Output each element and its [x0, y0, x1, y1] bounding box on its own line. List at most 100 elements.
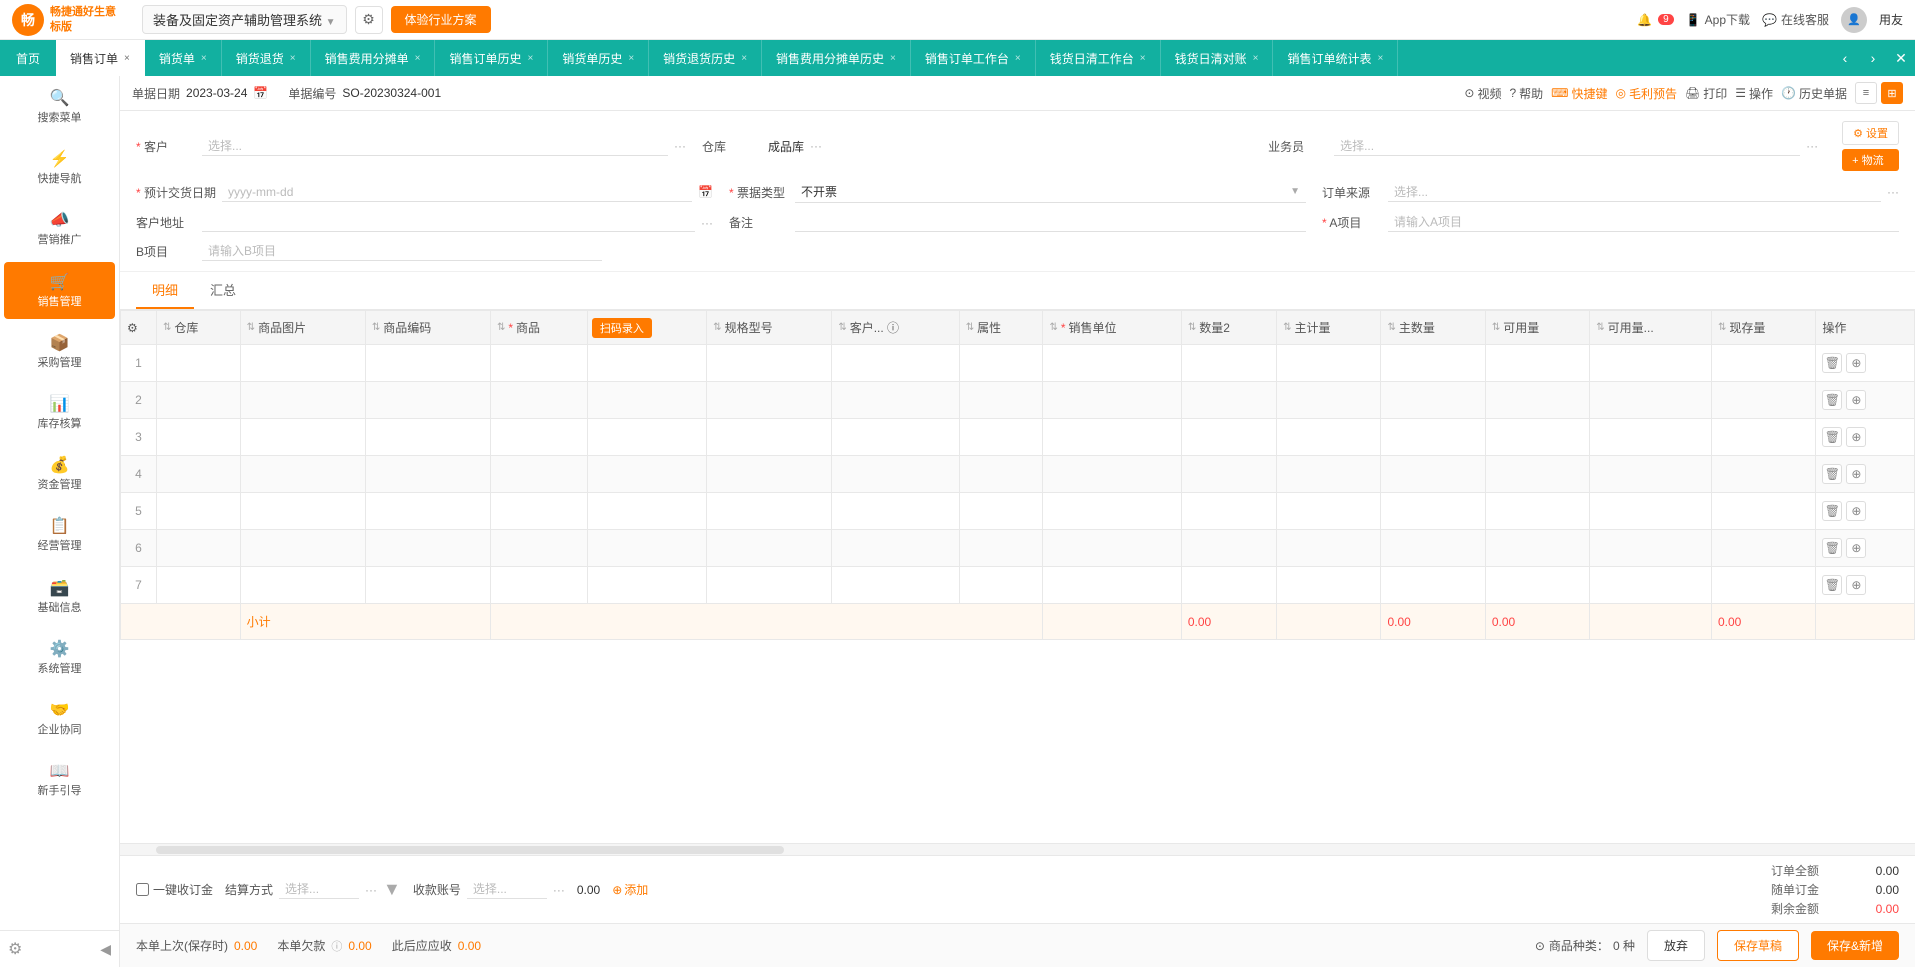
sidebar-item-quicknav[interactable]: ⚡ 快捷导航 [4, 139, 115, 196]
nav-tab-expense-history[interactable]: 销售费用分摊单历史 × [762, 40, 911, 76]
sidebar-item-sales[interactable]: 🛒 销售管理 [4, 262, 115, 319]
one-click-checkbox[interactable] [136, 883, 149, 896]
account-input[interactable] [467, 880, 547, 899]
add-payment-btn[interactable]: ⊕ 添加 [612, 881, 648, 898]
app-download-btn[interactable]: 📱 App下载 [1686, 11, 1750, 28]
sidebar-item-finance[interactable]: 💰 资金管理 [4, 445, 115, 502]
sidebar-item-operation[interactable]: 📋 经营管理 [4, 506, 115, 563]
remarks-input[interactable] [795, 213, 1306, 232]
order-source-dots-btn[interactable]: ··· [1887, 185, 1899, 199]
help-btn[interactable]: ? 帮助 [1509, 85, 1543, 102]
tab-detail[interactable]: 明细 [136, 272, 194, 309]
system-name-btn[interactable]: 装备及固定资产辅助管理系统 ▼ [142, 5, 347, 34]
solution-btn[interactable]: 体验行业方案 [391, 6, 491, 33]
invoice-type-select[interactable]: 不开票 ▼ [795, 181, 1306, 203]
address-dots-btn[interactable]: ··· [701, 216, 713, 230]
online-service-btn[interactable]: 💬 在线客服 [1762, 11, 1829, 28]
customer-dots-btn[interactable]: ··· [674, 139, 686, 153]
nav-prev-btn[interactable]: ‹ [1831, 40, 1859, 76]
settlement-input[interactable] [279, 880, 359, 899]
sidebar-item-baseinfo[interactable]: 🗃️ 基础信息 [4, 568, 115, 625]
scan-entry-btn[interactable]: 扫码录入 [592, 318, 652, 338]
nav-tab-home[interactable]: 首页 [0, 40, 56, 76]
row-delete-btn[interactable]: 🗑 [1822, 538, 1842, 558]
nav-tab-sales-order[interactable]: 销售订单 × [56, 40, 145, 76]
row-copy-btn[interactable]: ⊕ [1846, 427, 1866, 447]
logistics-btn[interactable]: + 物流 [1842, 149, 1899, 171]
col-main-unit[interactable]: ⇅ 主计量 [1277, 311, 1381, 345]
row-copy-btn[interactable]: ⊕ [1846, 575, 1866, 595]
nav-tab-return-history[interactable]: 销货退货历史 × [649, 40, 762, 76]
settlement-dots-btn[interactable]: ··· [365, 883, 377, 897]
tab-summary[interactable]: 汇总 [194, 272, 252, 309]
sidebar-item-marketing[interactable]: 📣 营销推广 [4, 200, 115, 257]
nav-tab-cash-workbench[interactable]: 钱货日清工作台 × [1036, 40, 1161, 76]
discard-btn[interactable]: 放弃 [1647, 930, 1705, 961]
col-spec[interactable]: ⇅ 规格型号 [707, 311, 832, 345]
nav-tab-cash-reconcile[interactable]: 钱货日清对账 × [1161, 40, 1274, 76]
delivery-calendar-btn[interactable]: 📅 [698, 185, 713, 199]
col-available-qty[interactable]: ⇅ 可用量 [1485, 311, 1589, 345]
operations-btn[interactable]: ☰ 操作 [1735, 85, 1773, 102]
sidebar-collapse-btn[interactable]: ◀ [100, 941, 111, 958]
nav-next-btn[interactable]: › [1859, 40, 1887, 76]
nav-tab-order-workbench[interactable]: 销售订单工作台 × [911, 40, 1036, 76]
col-sales-unit[interactable]: ⇅ *销售单位 [1043, 311, 1181, 345]
salesperson-input[interactable] [1334, 137, 1800, 156]
row-delete-btn[interactable]: 🗑 [1822, 575, 1842, 595]
col-main-qty[interactable]: ⇅ 主数量 [1381, 311, 1485, 345]
sidebar-item-newbie[interactable]: 📖 新手引导 [4, 751, 115, 808]
col-customer-code[interactable]: ⇅ 客户... ⓘ [832, 311, 959, 345]
one-click-payment-check[interactable]: 一键收订金 [136, 881, 213, 898]
row-delete-btn[interactable]: 🗑 [1822, 390, 1842, 410]
sidebar-item-purchase[interactable]: 📦 采购管理 [4, 323, 115, 380]
a-project-input[interactable] [1388, 213, 1899, 232]
col-available2[interactable]: ⇅ 可用量... [1590, 311, 1712, 345]
b-project-input[interactable] [202, 242, 602, 261]
customer-input[interactable] [202, 137, 668, 156]
row-copy-btn[interactable]: ⊕ [1846, 353, 1866, 373]
nav-tab-sales-expense[interactable]: 销售费用分摊单 × [311, 40, 436, 76]
date-picker-icon[interactable]: 📅 [253, 86, 268, 100]
save-draft-btn[interactable]: 保存草稿 [1717, 930, 1799, 961]
sidebar-item-search[interactable]: 🔍 搜索菜单 [4, 78, 115, 135]
history-btn[interactable]: 🕐 历史单据 [1781, 85, 1847, 102]
col-product[interactable]: ⇅ *商品 [490, 311, 587, 345]
row-delete-btn[interactable]: 🗑 [1822, 501, 1842, 521]
scroll-thumb[interactable] [156, 846, 784, 854]
col-current-qty[interactable]: ⇅ 现存量 [1711, 311, 1815, 345]
delivery-date-input[interactable] [222, 183, 692, 202]
sidebar-item-enterprise[interactable]: 🤝 企业协同 [4, 690, 115, 747]
nav-tab-sales-goods[interactable]: 销货单 × [145, 40, 222, 76]
col-product-code[interactable]: ⇅ 商品编码 [365, 311, 490, 345]
row-copy-btn[interactable]: ⊕ [1846, 501, 1866, 521]
save-new-btn[interactable]: 保存&新增 [1811, 931, 1899, 960]
row-delete-btn[interactable]: 🗑 [1822, 427, 1842, 447]
system-gear-btn[interactable]: ⚙ [355, 6, 383, 34]
row-copy-btn[interactable]: ⊕ [1846, 538, 1866, 558]
shortcut-btn[interactable]: ⌨ 快捷键 [1551, 85, 1607, 102]
sidebar-item-stock[interactable]: 📊 库存核算 [4, 384, 115, 441]
col-qty2[interactable]: ⇅ 数量2 [1181, 311, 1276, 345]
col-product-img[interactable]: ⇅ 商品图片 [240, 311, 365, 345]
warehouse-dots-btn[interactable]: ··· [810, 139, 822, 153]
row-delete-btn[interactable]: 🗑 [1822, 464, 1842, 484]
sidebar-item-sysmanage[interactable]: ⚙️ 系统管理 [4, 629, 115, 686]
account-dots-btn[interactable]: ··· [553, 883, 565, 897]
row-delete-btn[interactable]: 🗑 [1822, 353, 1842, 373]
nav-tab-stats[interactable]: 销售订单统计表 × [1273, 40, 1398, 76]
notification-btn[interactable]: 🔔 9 [1637, 13, 1674, 27]
settings-btn[interactable]: ⚙ 设置 [1842, 121, 1899, 145]
print-btn[interactable]: 🖨 打印 [1685, 85, 1727, 102]
salesperson-dots-btn[interactable]: ··· [1806, 139, 1818, 153]
row-copy-btn[interactable]: ⊕ [1846, 464, 1866, 484]
col-warehouse[interactable]: ⇅ 仓库 [157, 311, 241, 345]
row-copy-btn[interactable]: ⊕ [1846, 390, 1866, 410]
col-scan[interactable]: 扫码录入 [587, 311, 706, 345]
address-input[interactable] [202, 213, 695, 232]
scroll-bar[interactable] [120, 843, 1915, 855]
col-settings[interactable]: ⚙ [121, 311, 157, 345]
grid-view-btn[interactable]: ⊞ [1881, 82, 1903, 104]
settlement-arrow[interactable]: ▼ [383, 879, 401, 900]
nav-close-all-btn[interactable]: ✕ [1887, 40, 1915, 76]
